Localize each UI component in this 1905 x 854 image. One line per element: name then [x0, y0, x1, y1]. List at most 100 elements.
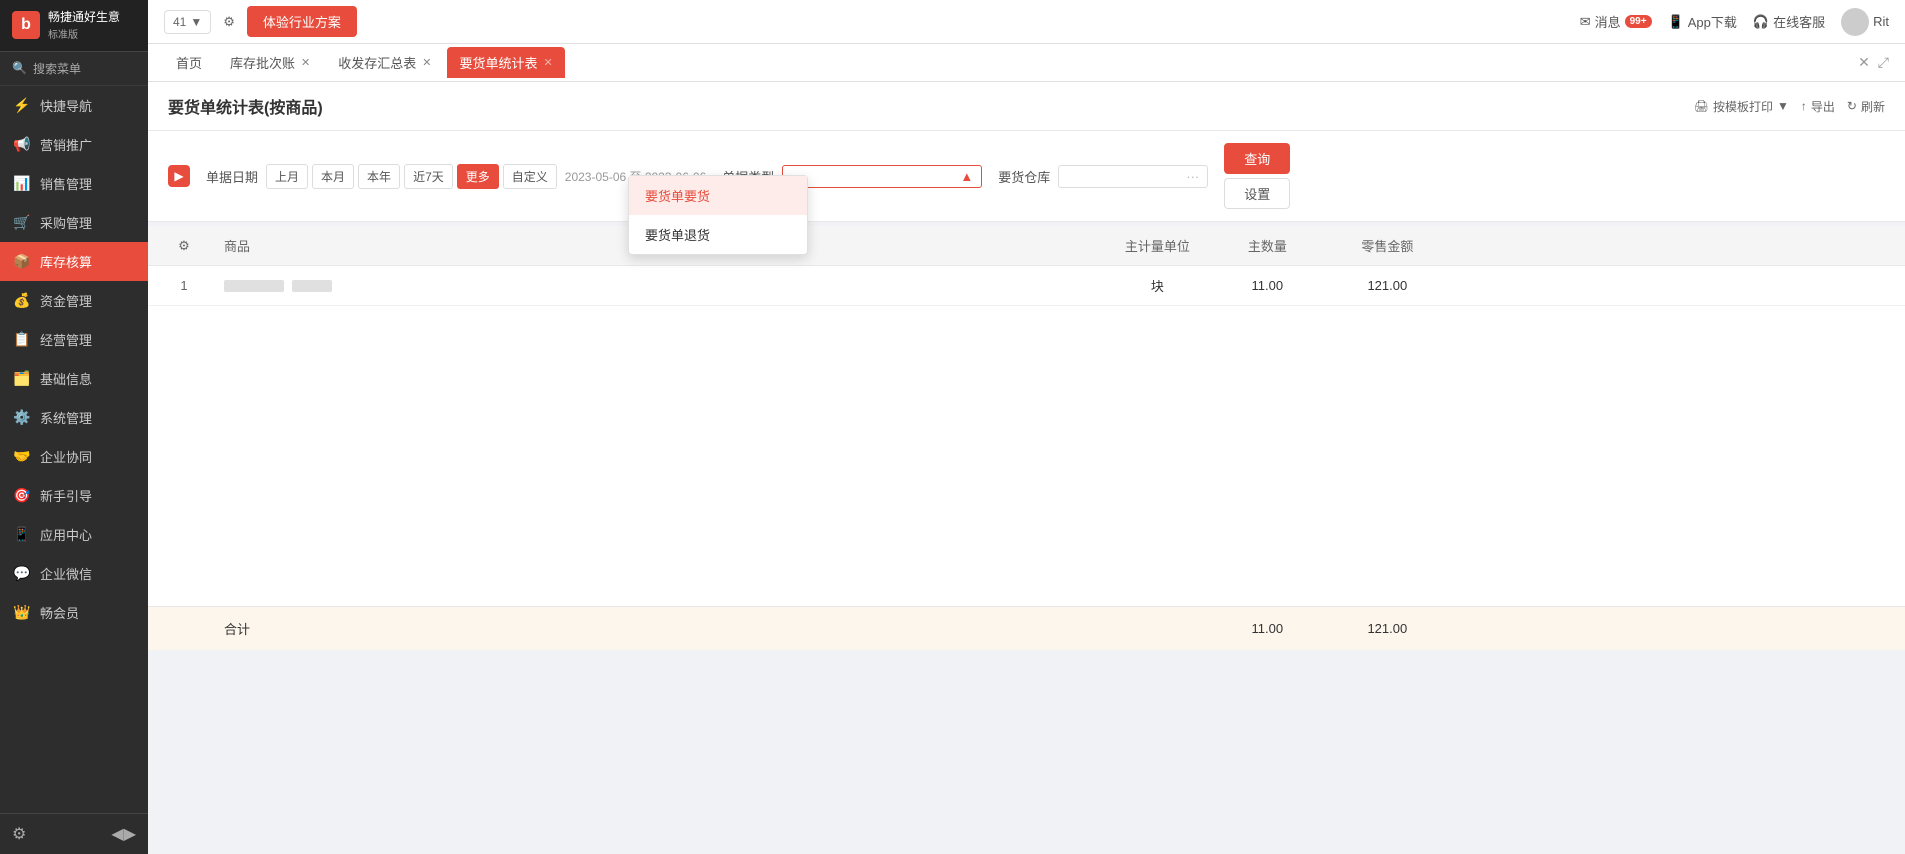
set-btn[interactable]: 设置: [1224, 178, 1290, 209]
tab-inventory-batch[interactable]: 库存批次账 ✕: [218, 47, 322, 78]
date-last-month-btn[interactable]: 上月: [266, 164, 308, 189]
date-this-year-btn[interactable]: 本年: [358, 164, 400, 189]
close-all-tabs-icon[interactable]: ✕: [1858, 54, 1870, 71]
inventory-icon: 📦: [12, 253, 32, 270]
footer-total-label: 合计: [204, 619, 1107, 638]
sidebar-item-label: 企业协同: [40, 447, 92, 466]
ellipsis-icon: ···: [1186, 169, 1199, 184]
print-template-btn[interactable]: 🖨 按模板打印 ▼: [1694, 98, 1789, 115]
footer-qty: 11.00: [1207, 621, 1327, 636]
topbar: 41 ▼ ⚙ 体验行业方案 ✉ 消息 99+ 📱 App下载 🎧 在线客服 R: [148, 0, 1905, 44]
sidebar-item-label: 应用中心: [40, 525, 92, 544]
sidebar-item-label: 采购管理: [40, 213, 92, 232]
cell-row-num: 1: [164, 278, 204, 293]
query-btn[interactable]: 查询: [1224, 143, 1290, 174]
sidebar-nav: ⚡ 快捷导航 📢 营销推广 📊 销售管理 🛒 采购管理 📦 库存核算 💰 资金管…: [0, 86, 148, 813]
sidebar-item-enterprise[interactable]: 🤝 企业协同: [0, 437, 148, 476]
sidebar-item-marketing[interactable]: 📢 营销推广: [0, 125, 148, 164]
tab-collection-summary-label: 收发存汇总表: [338, 53, 416, 72]
date-more-btn[interactable]: 更多: [457, 164, 499, 189]
filter-expand-btn[interactable]: ▶: [168, 165, 190, 187]
tab-collection-summary[interactable]: 收发存汇总表 ✕: [326, 47, 443, 78]
tab-collection-summary-close[interactable]: ✕: [422, 56, 431, 69]
sidebar-item-inventory[interactable]: 📦 库存核算: [0, 242, 148, 281]
date-this-month-btn[interactable]: 本月: [312, 164, 354, 189]
sidebar-item-label: 营销推广: [40, 135, 92, 154]
tab-inventory-batch-label: 库存批次账: [230, 53, 295, 72]
page-content: 要货单统计表(按商品) 🖨 按模板打印 ▼ ↑ 导出 ↻ 刷新: [148, 82, 1905, 854]
sidebar-item-operation[interactable]: 📋 经营管理: [0, 320, 148, 359]
export-btn[interactable]: ↑ 导出: [1801, 98, 1835, 115]
col-header-setting[interactable]: ⚙: [164, 238, 204, 254]
messages-btn[interactable]: ✉ 消息 99+: [1580, 12, 1652, 31]
footer-amount: 121.00: [1327, 621, 1447, 636]
logo-text: 畅捷通好生意 标准版: [48, 10, 120, 41]
sidebar-item-label: 快捷导航: [40, 96, 92, 115]
refresh-btn[interactable]: ↻ 刷新: [1847, 98, 1885, 115]
sidebar-item-quick-nav[interactable]: ⚡ 快捷导航: [0, 86, 148, 125]
export-icon: ↑: [1801, 99, 1807, 113]
print-icon: 🖨: [1694, 99, 1709, 113]
sidebar-item-label: 企业微信: [40, 564, 92, 583]
app-download-btn[interactable]: 📱 App下载: [1668, 12, 1737, 31]
settings-icon[interactable]: ⚙: [12, 824, 26, 844]
tab-requisition-stat-close[interactable]: ✕: [544, 56, 553, 69]
warehouse-select[interactable]: ···: [1058, 165, 1208, 188]
tab-requisition-stat-label: 要货单统计表: [459, 53, 537, 72]
page-actions: 🖨 按模板打印 ▼ ↑ 导出 ↻ 刷新: [1694, 98, 1885, 115]
warehouse-filter-group: 要货仓库 ···: [998, 165, 1208, 188]
dropdown-item-requisition-return[interactable]: 要货单退货: [629, 215, 807, 254]
date-last-7days-btn[interactable]: 近7天: [404, 164, 453, 189]
warehouse-label: 要货仓库: [998, 167, 1050, 186]
chevron-up-icon: ▲: [960, 169, 973, 184]
collapse-sidebar-button[interactable]: ◀▶: [111, 824, 136, 844]
sidebar-item-corp-wechat[interactable]: 💬 企业微信: [0, 554, 148, 593]
sidebar-item-basic[interactable]: 🗂️ 基础信息: [0, 359, 148, 398]
trial-btn[interactable]: 体验行业方案: [247, 6, 357, 37]
sales-icon: 📊: [12, 175, 32, 192]
tab-inventory-batch-close[interactable]: ✕: [301, 56, 310, 69]
sidebar-item-finance[interactable]: 💰 资金管理: [0, 281, 148, 320]
search-menu[interactable]: 🔍 搜索菜单: [0, 52, 148, 86]
store-selector[interactable]: 41 ▼: [164, 10, 211, 34]
page-header: 要货单统计表(按商品) 🖨 按模板打印 ▼ ↑ 导出 ↻ 刷新: [148, 82, 1905, 131]
guide-icon: 🎯: [12, 487, 32, 504]
app-center-icon: 📱: [12, 526, 32, 543]
product-placeholder-bar1: [224, 280, 284, 292]
product-placeholder-bar2: [292, 280, 332, 292]
tab-home[interactable]: 首页: [164, 47, 214, 78]
sidebar-item-label: 销售管理: [40, 174, 92, 193]
sidebar-item-sales[interactable]: 📊 销售管理: [0, 164, 148, 203]
sidebar: b 畅捷通好生意 标准版 🔍 搜索菜单 ⚡ 快捷导航 📢 营销推广 📊 销售管理…: [0, 0, 148, 854]
topbar-left: 41 ▼ ⚙ 体验行业方案: [164, 6, 357, 37]
sidebar-item-purchase[interactable]: 🛒 采购管理: [0, 203, 148, 242]
sidebar-item-app-center[interactable]: 📱 应用中心: [0, 515, 148, 554]
message-icon: ✉: [1580, 14, 1591, 30]
table-empty-area: [148, 306, 1905, 606]
sidebar-item-system[interactable]: ⚙️ 系统管理: [0, 398, 148, 437]
page-title: 要货单统计表(按商品): [168, 94, 323, 118]
logo-icon: b: [12, 11, 40, 39]
cell-amount: 121.00: [1327, 278, 1447, 293]
table-header: ⚙ 商品 主计量单位 主数量 零售金额: [148, 226, 1905, 266]
messages-count-badge: 99+: [1625, 15, 1652, 28]
sidebar-item-guide[interactable]: 🎯 新手引导: [0, 476, 148, 515]
bill-type-select[interactable]: ▲: [782, 165, 982, 188]
table-footer: 合计 11.00 121.00: [148, 606, 1905, 650]
table-container: ⚙ 商品 主计量单位 主数量 零售金额 1: [148, 226, 1905, 650]
user-name: Rit: [1873, 14, 1889, 29]
product-cell-inner: [224, 280, 1107, 292]
dropdown-item-requisition-order[interactable]: 要货单要货: [629, 176, 807, 215]
bill-type-dropdown: 要货单要货 要货单退货: [628, 175, 808, 255]
sidebar-item-vip[interactable]: 👑 畅会员: [0, 593, 148, 632]
date-custom-btn[interactable]: 自定义: [503, 164, 557, 189]
online-service-btn[interactable]: 🎧 在线客服: [1753, 12, 1825, 31]
tab-requisition-stat[interactable]: 要货单统计表 ✕: [447, 47, 564, 78]
cell-qty: 11.00: [1207, 278, 1327, 293]
topbar-right: ✉ 消息 99+ 📱 App下载 🎧 在线客服 Rit: [1580, 8, 1889, 36]
main-area: 41 ▼ ⚙ 体验行业方案 ✉ 消息 99+ 📱 App下载 🎧 在线客服 R: [148, 0, 1905, 854]
fullscreen-icon[interactable]: ⤢: [1878, 54, 1889, 71]
settings-gear-icon[interactable]: ⚙: [223, 14, 235, 30]
cell-product: [204, 280, 1107, 292]
user-profile-btn[interactable]: Rit: [1841, 8, 1889, 36]
